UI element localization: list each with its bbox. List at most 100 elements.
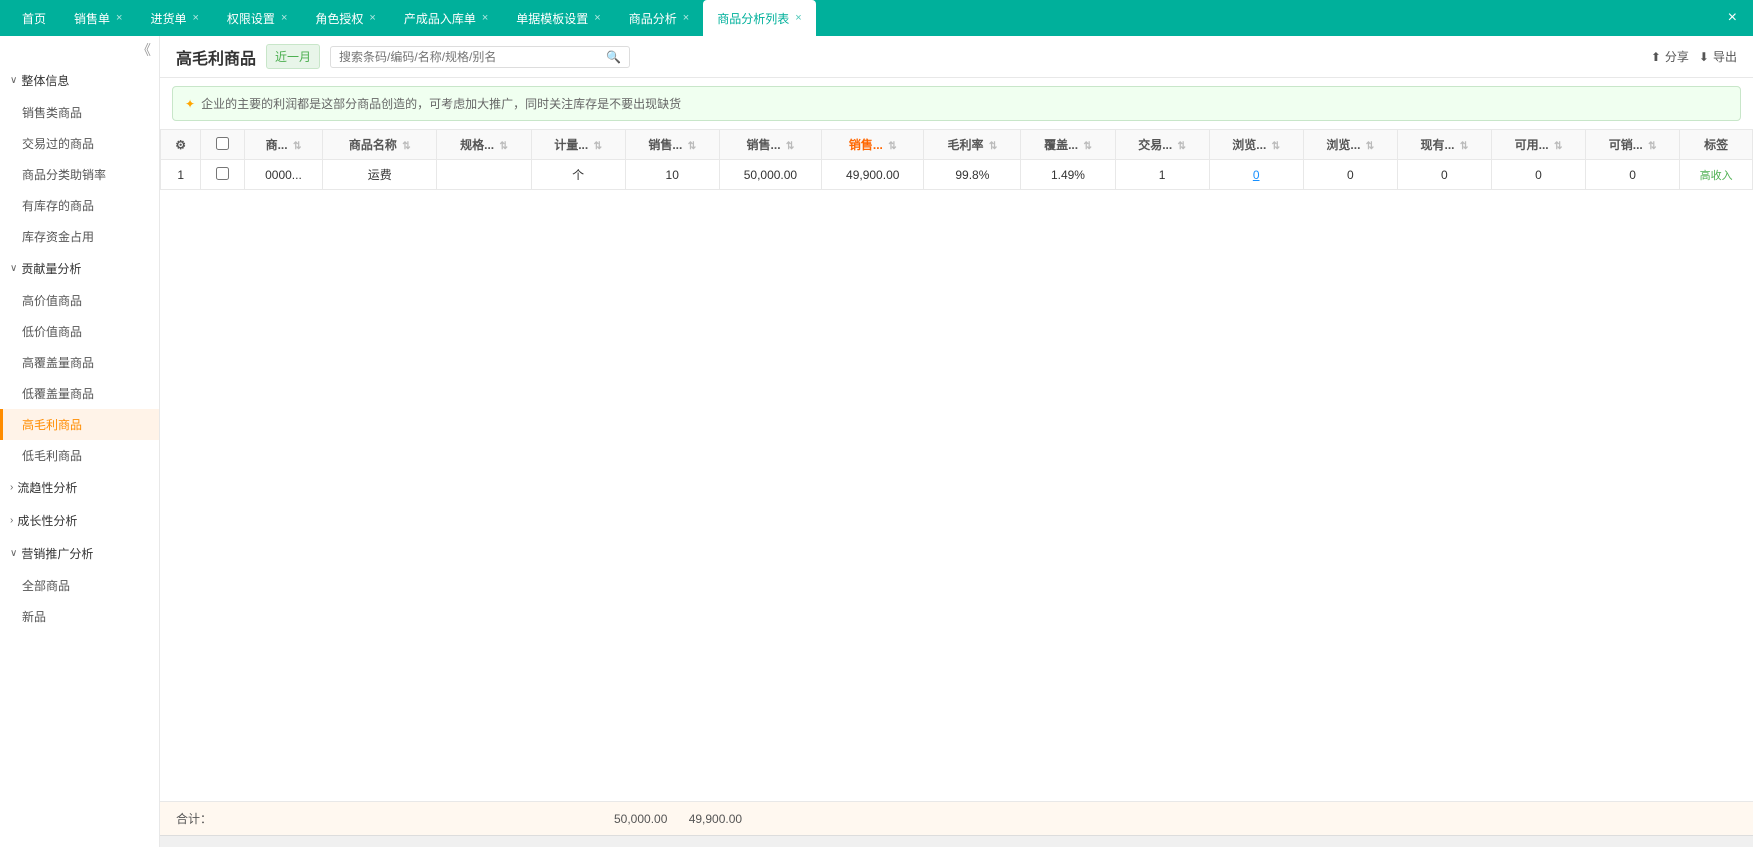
close-analysis-list-tab[interactable]: × — [795, 12, 801, 24]
sort-icon[interactable]: ⇅ — [293, 141, 301, 152]
sidebar-group-contribution[interactable]: ∨ 贡献量分析 — [0, 252, 159, 285]
sidebar-item-sales-goods[interactable]: 销售类商品 — [0, 97, 159, 128]
close-analysis-tab[interactable]: × — [683, 12, 689, 24]
th-spec[interactable]: 规格... ⇅ — [437, 130, 531, 160]
th-checkbox[interactable] — [201, 130, 245, 160]
sort-icon[interactable]: ⇅ — [1083, 141, 1091, 152]
sort-icon[interactable]: ⇅ — [402, 141, 410, 152]
sort-icon[interactable]: ⇅ — [499, 141, 507, 152]
sort-icon[interactable]: ⇅ — [688, 141, 696, 152]
sort-icon[interactable]: ⇅ — [1648, 141, 1656, 152]
chevron-down-icon: ∨ — [10, 548, 17, 559]
export-button[interactable]: ⬇ 导出 — [1699, 48, 1737, 65]
sidebar-item-category-assist[interactable]: 商品分类助销率 — [0, 159, 159, 190]
th-sellable[interactable]: 可销... ⇅ — [1586, 130, 1680, 160]
nav-tab-template[interactable]: 单据模板设置 × — [502, 0, 614, 36]
sort-icon[interactable]: ⇅ — [1272, 141, 1280, 152]
content-header: 高毛利商品 近一月 🔍 ⬆ 分享 ⬇ 导出 — [160, 36, 1753, 78]
close-purchase-tab[interactable]: × — [192, 12, 198, 24]
main-layout: 《 ∨ 整体信息 销售类商品 交易过的商品 商品分类助销率 有库存的商品 库存资… — [0, 36, 1753, 847]
sidebar-item-high-value[interactable]: 高价值商品 — [0, 285, 159, 316]
nav-tab-home[interactable]: 首页 — [8, 0, 60, 36]
share-icon: ⬆ — [1651, 50, 1661, 64]
sidebar-group-marketing[interactable]: ∨ 营销推广分析 — [0, 537, 159, 570]
sidebar-item-low-margin[interactable]: 低毛利商品 — [0, 440, 159, 471]
sidebar-group-overall[interactable]: ∨ 整体信息 — [0, 64, 159, 97]
row-unit: 个 — [531, 160, 625, 190]
th-sales-qty[interactable]: 销售... ⇅ — [625, 130, 719, 160]
th-sales-amount[interactable]: 销售... ⇅ — [719, 130, 821, 160]
footer-cell-sales-amount: 49,900.00 — [675, 812, 755, 826]
sort-icon[interactable]: ⇅ — [786, 141, 794, 152]
nav-tab-sales[interactable]: 销售单 × — [60, 0, 136, 36]
search-icon[interactable]: 🔍 — [606, 50, 621, 64]
sidebar-item-high-margin[interactable]: 高毛利商品 — [0, 409, 159, 440]
row-gross-margin: 99.8% — [924, 160, 1021, 190]
sidebar: 《 ∨ 整体信息 销售类商品 交易过的商品 商品分类助销率 有库存的商品 库存资… — [0, 36, 160, 847]
sort-icon[interactable]: ⇅ — [1554, 141, 1562, 152]
close-role-tab[interactable]: × — [369, 12, 375, 24]
table-header-row: ⚙ 商... ⇅ 商品名称 ⇅ — [161, 130, 1753, 160]
th-gross-margin[interactable]: 毛利率 ⇅ — [924, 130, 1021, 160]
chevron-down-icon: ∨ — [10, 75, 17, 86]
close-permission-tab[interactable]: × — [281, 12, 287, 24]
sidebar-item-high-coverage[interactable]: 高覆盖量商品 — [0, 347, 159, 378]
sidebar-item-stock-goods[interactable]: 有库存的商品 — [0, 190, 159, 221]
footer-cell-checkbox — [296, 812, 326, 826]
sidebar-item-all-goods[interactable]: 全部商品 — [0, 570, 159, 601]
select-all-checkbox[interactable] — [216, 137, 229, 150]
close-template-tab[interactable]: × — [594, 12, 600, 24]
sort-icon[interactable]: ⇅ — [594, 141, 602, 152]
th-available[interactable]: 可用... ⇅ — [1491, 130, 1585, 160]
content-area: 高毛利商品 近一月 🔍 ⬆ 分享 ⬇ 导出 ✦ 企业的主要的利润都是这部分商品创… — [160, 36, 1753, 847]
sidebar-collapse-btn[interactable]: 《 — [0, 36, 159, 64]
nav-tab-product-in[interactable]: 产成品入库单 × — [390, 0, 502, 36]
info-banner-text: 企业的主要的利润都是这部分商品创造的，可考虑加大推广，同时关注库存是不要出现缺货 — [201, 95, 681, 112]
row-browse1[interactable]: 0 — [1209, 160, 1303, 190]
th-browse1[interactable]: 浏览... ⇅ — [1209, 130, 1303, 160]
footer-cell-browse1 — [1015, 812, 1075, 826]
sort-icon[interactable]: ⇅ — [989, 141, 997, 152]
nav-tab-analysis[interactable]: 商品分析 × — [615, 0, 703, 36]
chevron-down-icon: ∨ — [10, 263, 17, 274]
settings-icon[interactable]: ⚙ — [175, 138, 186, 152]
nav-tab-purchase[interactable]: 进货单 × — [136, 0, 212, 36]
th-current-stock[interactable]: 现有... ⇅ — [1397, 130, 1491, 160]
sort-icon[interactable]: ⇅ — [1178, 141, 1186, 152]
sort-icon[interactable]: ⇅ — [1366, 141, 1374, 152]
nav-tab-permission[interactable]: 权限设置 × — [213, 0, 301, 36]
th-unit[interactable]: 计量... ⇅ — [531, 130, 625, 160]
footer-cell-spec — [486, 812, 546, 826]
th-browse2[interactable]: 浏览... ⇅ — [1303, 130, 1397, 160]
close-sales-tab[interactable]: × — [116, 12, 122, 24]
th-code[interactable]: 商... ⇅ — [244, 130, 322, 160]
share-button[interactable]: ⬆ 分享 — [1651, 48, 1689, 65]
sort-icon[interactable]: ⇅ — [888, 141, 896, 152]
sidebar-item-traded-goods[interactable]: 交易过的商品 — [0, 128, 159, 159]
close-product-in-tab[interactable]: × — [482, 12, 488, 24]
sidebar-group-growth[interactable]: › 成长性分析 — [0, 504, 159, 537]
close-all-tabs[interactable]: × — [1720, 9, 1745, 27]
sidebar-item-low-coverage[interactable]: 低覆盖量商品 — [0, 378, 159, 409]
sidebar-item-low-value[interactable]: 低价值商品 — [0, 316, 159, 347]
filter-recent-month[interactable]: 近一月 — [266, 44, 320, 69]
sidebar-item-new-goods[interactable]: 新品 — [0, 601, 159, 632]
footer-cells: 50,000.00 49,900.00 — [256, 812, 1737, 826]
th-coverage[interactable]: 覆盖... ⇅ — [1021, 130, 1115, 160]
nav-tab-role[interactable]: 角色授权 × — [301, 0, 389, 36]
th-sales-profit[interactable]: 销售... ⇅ — [822, 130, 924, 160]
footer-cell-available — [1195, 812, 1255, 826]
nav-tab-analysis-list[interactable]: 商品分析列表 × — [703, 0, 815, 36]
th-name[interactable]: 商品名称 ⇅ — [322, 130, 436, 160]
search-input[interactable] — [339, 50, 602, 64]
sidebar-group-trend[interactable]: › 流趋性分析 — [0, 471, 159, 504]
horizontal-scrollbar[interactable] — [160, 835, 1753, 847]
header-actions: ⬆ 分享 ⬇ 导出 — [1651, 48, 1737, 65]
th-settings[interactable]: ⚙ — [161, 130, 201, 160]
sort-icon[interactable]: ⇅ — [1460, 141, 1468, 152]
sidebar-item-stock-capital[interactable]: 库存资金占用 — [0, 221, 159, 252]
th-tag[interactable]: 标签 — [1680, 130, 1753, 160]
row-checkbox[interactable] — [201, 160, 245, 190]
row-transaction: 1 — [1115, 160, 1209, 190]
th-transaction[interactable]: 交易... ⇅ — [1115, 130, 1209, 160]
